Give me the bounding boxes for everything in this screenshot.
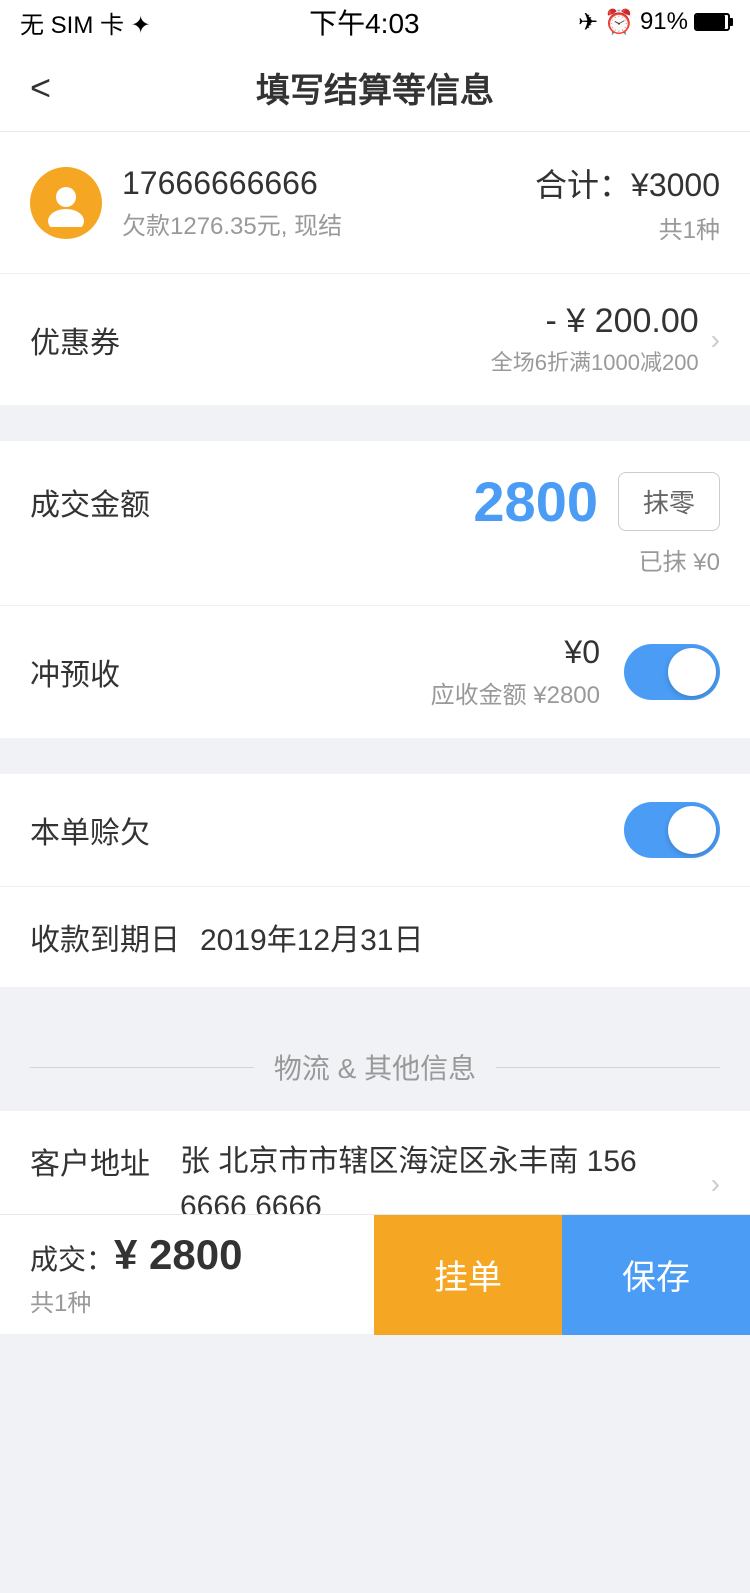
status-bar: 无 SIM 卡 ✦ 下午4:03 ✈ ⏰ 91% <box>0 0 750 44</box>
battery-icon <box>694 13 730 31</box>
precollect-toggle[interactable] <box>624 644 720 700</box>
precollect-label: 冲预收 <box>30 650 120 694</box>
duedate-label: 收款到期日 <box>30 915 180 959</box>
deal-row: 成交金额 2800 抹零 <box>30 469 720 534</box>
save-button[interactable]: 保存 <box>562 1215 750 1335</box>
bottom-bar: 成交：¥ 2800 共1种 挂单 保存 <box>0 1214 750 1334</box>
deal-right: 2800 抹零 <box>473 469 720 534</box>
pending-button[interactable]: 挂单 <box>374 1215 562 1335</box>
debt-toggle[interactable] <box>624 802 720 858</box>
customer-debt: 欠款1276.35元, 现结 <box>122 206 342 241</box>
coupon-desc: 全场6折满1000减200 <box>491 345 699 377</box>
coupon-row[interactable]: 优惠券 - ¥ 200.00 全场6折满1000减200 › <box>0 273 750 405</box>
deal-card: 成交金额 2800 抹零 已抹 ¥0 冲预收 ¥0 应收金额 ¥2800 <box>0 441 750 738</box>
bottom-count: 共1种 <box>30 1283 344 1318</box>
debt-label: 本单赊欠 <box>30 808 150 852</box>
customer-phone: 17666666666 <box>122 165 342 202</box>
logistics-line-left <box>30 1067 254 1068</box>
duedate-section: 收款到期日 2019年12月31日 <box>0 886 750 987</box>
customer-info: 17666666666 欠款1276.35元, 现结 <box>122 165 342 241</box>
deal-label: 成交金额 <box>30 480 150 524</box>
deal-erased: 已抹 ¥0 <box>30 542 720 577</box>
total-value: ¥3000 <box>631 167 720 203</box>
total-count: 共1种 <box>535 210 720 245</box>
avatar-icon <box>42 179 90 227</box>
bottom-summary: 成交：¥ 2800 共1种 <box>0 1231 374 1318</box>
logistics-title: 物流 & 其他信息 <box>274 1047 476 1087</box>
nav-bar: < 填写结算等信息 <box>0 44 750 132</box>
status-left: 无 SIM 卡 ✦ <box>20 5 151 40</box>
coupon-value-block: - ¥ 200.00 全场6折满1000减200 <box>491 302 699 377</box>
back-button[interactable]: < <box>30 67 51 109</box>
debt-toggle-knob <box>668 806 716 854</box>
logistics-header: 物流 & 其他信息 <box>0 1023 750 1111</box>
deal-section: 成交金额 2800 抹零 已抹 ¥0 <box>0 441 750 605</box>
section-divider-2 <box>0 754 750 774</box>
precollect-section: 冲预收 ¥0 应收金额 ¥2800 <box>0 605 750 738</box>
total-amount: 合计：¥3000 <box>535 160 720 206</box>
coupon-discount: - ¥ 200.00 <box>491 302 699 341</box>
duedate-value: 2019年12月31日 <box>200 915 423 959</box>
section-divider-1 <box>0 421 750 441</box>
coupon-right: - ¥ 200.00 全场6折满1000减200 › <box>491 302 720 377</box>
precollect-amount: ¥0 <box>431 634 600 671</box>
precollect-right: ¥0 应收金额 ¥2800 <box>431 634 720 710</box>
address-label: 客户地址 <box>30 1139 150 1183</box>
customer-total: 合计：¥3000 共1种 <box>535 160 720 245</box>
address-chevron-icon: › <box>711 1168 720 1200</box>
sim-status: 无 SIM 卡 ✦ <box>20 5 151 40</box>
battery-text: 91% <box>640 8 688 36</box>
content-area: 17666666666 欠款1276.35元, 现结 合计：¥3000 共1种 … <box>0 132 750 1593</box>
customer-row: 17666666666 欠款1276.35元, 现结 合计：¥3000 共1种 <box>0 132 750 273</box>
toggle-knob <box>668 648 716 696</box>
bottom-deal-amount: ¥ 2800 <box>114 1231 242 1278</box>
page-title: 填写结算等信息 <box>256 63 494 112</box>
logistics-line-right <box>496 1067 720 1068</box>
precollect-desc: 应收金额 ¥2800 <box>431 675 600 710</box>
status-right: ✈ ⏰ 91% <box>578 8 730 37</box>
coupon-label: 优惠券 <box>30 318 120 362</box>
round-zero-button[interactable]: 抹零 <box>618 472 720 531</box>
deal-amount: 2800 <box>473 469 598 534</box>
avatar <box>30 167 102 239</box>
debt-card: 本单赊欠 收款到期日 2019年12月31日 <box>0 774 750 987</box>
location-icon: ✈ <box>578 8 598 37</box>
customer-card: 17666666666 欠款1276.35元, 现结 合计：¥3000 共1种 … <box>0 132 750 405</box>
debt-section: 本单赊欠 <box>0 774 750 886</box>
duedate-row: 收款到期日 2019年12月31日 <box>30 915 720 959</box>
precollect-row: 冲预收 ¥0 应收金额 ¥2800 <box>30 634 720 710</box>
alarm-icon: ⏰ <box>604 8 634 37</box>
chevron-right-icon: › <box>711 324 720 356</box>
section-divider-3 <box>0 1003 750 1023</box>
customer-left: 17666666666 欠款1276.35元, 现结 <box>30 165 342 241</box>
bottom-deal-row: 成交：¥ 2800 <box>30 1231 344 1279</box>
status-time: 下午4:03 <box>309 2 420 42</box>
bottom-deal-label: 成交： <box>30 1244 114 1275</box>
total-label: 合计： <box>535 167 631 203</box>
precollect-value-block: ¥0 应收金额 ¥2800 <box>431 634 600 710</box>
